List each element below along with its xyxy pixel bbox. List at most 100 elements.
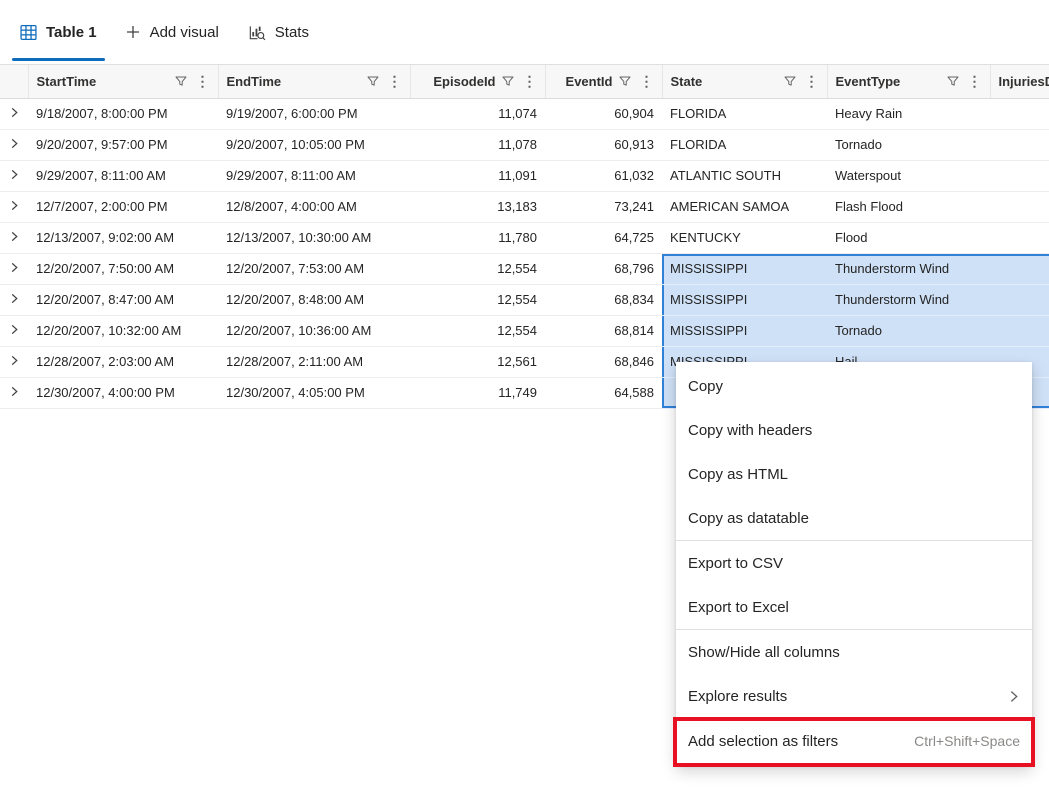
cell-state[interactable]: MISSISSIPPI	[662, 253, 827, 285]
cell-eventid[interactable]: 68,846	[545, 346, 662, 378]
cell-starttime[interactable]: 12/20/2007, 7:50:00 AM	[28, 253, 218, 285]
menu-item-copy[interactable]: Copy	[676, 364, 1032, 408]
cell-injuriesd[interactable]	[990, 284, 1049, 316]
cell-episodeid[interactable]: 11,780	[410, 222, 545, 254]
filter-icon[interactable]	[947, 75, 959, 87]
cell-endtime[interactable]: 12/30/2007, 4:05:00 PM	[218, 377, 410, 409]
column-header-episodeid[interactable]: EpisodeId ⋮	[410, 65, 546, 99]
column-menu-icon[interactable]: ⋮	[196, 74, 210, 88]
filter-icon[interactable]	[367, 75, 379, 87]
cell-eventid[interactable]: 68,834	[545, 284, 662, 316]
tab-table-1[interactable]: Table 1	[6, 0, 111, 64]
cell-eventtype[interactable]: Flood	[827, 222, 990, 254]
column-header-injuriesd[interactable]: InjuriesD⋮	[990, 65, 1049, 99]
cell-starttime[interactable]: 9/29/2007, 8:11:00 AM	[28, 160, 218, 192]
cell-state[interactable]: KENTUCKY	[662, 222, 827, 254]
cell-injuriesd[interactable]	[990, 315, 1049, 347]
column-menu-icon[interactable]: ⋮	[388, 74, 402, 88]
row-expand-button[interactable]	[0, 191, 28, 223]
cell-eventtype[interactable]: Tornado	[827, 129, 990, 161]
column-header-endtime[interactable]: EndTime ⋮	[218, 65, 411, 99]
cell-endtime[interactable]: 12/28/2007, 2:11:00 AM	[218, 346, 410, 378]
cell-starttime[interactable]: 12/20/2007, 8:47:00 AM	[28, 284, 218, 316]
cell-eventtype[interactable]: Thunderstorm Wind	[827, 253, 990, 285]
cell-eventid[interactable]: 60,913	[545, 129, 662, 161]
menu-item-copy-with-headers[interactable]: Copy with headers	[676, 408, 1032, 452]
column-header-eventid[interactable]: EventId ⋮	[545, 65, 663, 99]
cell-state[interactable]: FLORIDA	[662, 98, 827, 130]
menu-item-export-to-excel[interactable]: Export to Excel	[676, 585, 1032, 629]
column-header-starttime[interactable]: StartTime ⋮	[28, 65, 219, 99]
cell-episodeid[interactable]: 12,554	[410, 284, 545, 316]
row-expand-button[interactable]	[0, 315, 28, 347]
row-expand-button[interactable]	[0, 346, 28, 378]
row-expand-button[interactable]	[0, 160, 28, 192]
menu-item-copy-as-datatable[interactable]: Copy as datatable	[676, 496, 1032, 540]
cell-state[interactable]: AMERICAN SAMOA	[662, 191, 827, 223]
cell-endtime[interactable]: 9/20/2007, 10:05:00 PM	[218, 129, 410, 161]
cell-episodeid[interactable]: 11,078	[410, 129, 545, 161]
row-expand-button[interactable]	[0, 377, 28, 409]
filter-icon[interactable]	[502, 75, 514, 87]
cell-eventid[interactable]: 68,796	[545, 253, 662, 285]
cell-eventtype[interactable]: Tornado	[827, 315, 990, 347]
cell-endtime[interactable]: 12/20/2007, 7:53:00 AM	[218, 253, 410, 285]
row-expand-button[interactable]	[0, 222, 28, 254]
cell-state[interactable]: ATLANTIC SOUTH	[662, 160, 827, 192]
cell-endtime[interactable]: 9/29/2007, 8:11:00 AM	[218, 160, 410, 192]
menu-item-copy-as-html[interactable]: Copy as HTML	[676, 452, 1032, 496]
cell-episodeid[interactable]: 13,183	[410, 191, 545, 223]
cell-endtime[interactable]: 12/13/2007, 10:30:00 AM	[218, 222, 410, 254]
stats-button[interactable]: Stats	[233, 0, 323, 64]
cell-eventtype[interactable]: Heavy Rain	[827, 98, 990, 130]
cell-injuriesd[interactable]	[990, 191, 1049, 223]
cell-endtime[interactable]: 12/20/2007, 8:48:00 AM	[218, 284, 410, 316]
row-expand-button[interactable]	[0, 129, 28, 161]
filter-icon[interactable]	[175, 75, 187, 87]
cell-injuriesd[interactable]	[990, 222, 1049, 254]
cell-eventid[interactable]: 64,725	[545, 222, 662, 254]
cell-episodeid[interactable]: 11,074	[410, 98, 545, 130]
add-visual-button[interactable]: Add visual	[111, 0, 233, 64]
column-menu-icon[interactable]: ⋮	[968, 74, 982, 88]
cell-state[interactable]: MISSISSIPPI	[662, 315, 827, 347]
cell-starttime[interactable]: 12/7/2007, 2:00:00 PM	[28, 191, 218, 223]
cell-episodeid[interactable]: 12,561	[410, 346, 545, 378]
cell-starttime[interactable]: 12/30/2007, 4:00:00 PM	[28, 377, 218, 409]
cell-eventtype[interactable]: Waterspout	[827, 160, 990, 192]
cell-state[interactable]: MISSISSIPPI	[662, 284, 827, 316]
cell-endtime[interactable]: 9/19/2007, 6:00:00 PM	[218, 98, 410, 130]
cell-endtime[interactable]: 12/8/2007, 4:00:00 AM	[218, 191, 410, 223]
menu-item-add-selection-as-filters[interactable]: Add selection as filters Ctrl+Shift+Space	[673, 717, 1035, 767]
column-header-state[interactable]: State ⋮	[662, 65, 828, 99]
row-expand-button[interactable]	[0, 253, 28, 285]
row-expand-button[interactable]	[0, 284, 28, 316]
column-menu-icon[interactable]: ⋮	[523, 74, 537, 88]
cell-eventid[interactable]: 73,241	[545, 191, 662, 223]
cell-eventid[interactable]: 68,814	[545, 315, 662, 347]
row-expand-button[interactable]	[0, 98, 28, 130]
cell-injuriesd[interactable]	[990, 129, 1049, 161]
menu-item-show-hide-all-columns[interactable]: Show/Hide all columns	[676, 630, 1032, 674]
cell-episodeid[interactable]: 11,749	[410, 377, 545, 409]
cell-injuriesd[interactable]	[990, 253, 1049, 285]
cell-starttime[interactable]: 9/20/2007, 9:57:00 PM	[28, 129, 218, 161]
cell-starttime[interactable]: 12/28/2007, 2:03:00 AM	[28, 346, 218, 378]
cell-eventid[interactable]: 60,904	[545, 98, 662, 130]
menu-item-export-to-csv[interactable]: Export to CSV	[676, 541, 1032, 585]
cell-starttime[interactable]: 12/20/2007, 10:32:00 AM	[28, 315, 218, 347]
cell-state[interactable]: FLORIDA	[662, 129, 827, 161]
column-menu-icon[interactable]: ⋮	[640, 74, 654, 88]
column-menu-icon[interactable]: ⋮	[805, 74, 819, 88]
cell-eventtype[interactable]: Thunderstorm Wind	[827, 284, 990, 316]
filter-icon[interactable]	[619, 75, 631, 87]
cell-eventid[interactable]: 64,588	[545, 377, 662, 409]
cell-injuriesd[interactable]	[990, 160, 1049, 192]
column-header-eventtype[interactable]: EventType ⋮	[827, 65, 991, 99]
cell-eventtype[interactable]: Flash Flood	[827, 191, 990, 223]
menu-item-explore-results[interactable]: Explore results	[676, 674, 1032, 718]
cell-episodeid[interactable]: 12,554	[410, 315, 545, 347]
cell-endtime[interactable]: 12/20/2007, 10:36:00 AM	[218, 315, 410, 347]
filter-icon[interactable]	[784, 75, 796, 87]
cell-starttime[interactable]: 12/13/2007, 9:02:00 AM	[28, 222, 218, 254]
